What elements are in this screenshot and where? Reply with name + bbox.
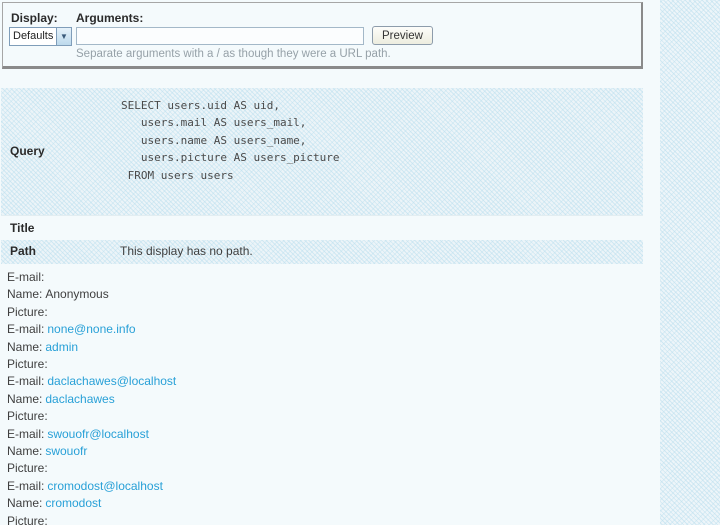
result-name-line: Name: cromodost [7, 495, 647, 512]
name-field-label: Name: [7, 391, 43, 406]
path-row: Path This display has no path. [1, 240, 643, 264]
user-name-text: Anonymous [45, 287, 109, 302]
arguments-input[interactable] [76, 27, 364, 45]
user-email-link[interactable]: daclachawes@localhost [47, 374, 176, 388]
result-email-line: E-mail: [7, 269, 647, 286]
main-content: Display: Arguments: Defaults ▼ Preview S… [0, 0, 660, 525]
email-field-label: E-mail: [7, 478, 45, 493]
title-row-label: Title [10, 221, 35, 235]
email-field-label: E-mail: [7, 270, 45, 284]
result-email-line: E-mail: swouofr@localhost [7, 426, 647, 443]
email-field-label: E-mail: [7, 374, 45, 389]
query-row: Query SELECT users.uid AS uid, users.mai… [1, 88, 643, 215]
result-picture-line: Picture: [7, 304, 647, 321]
results-list: E-mail: Name: Anonymous Picture: E-mail: n… [7, 269, 647, 525]
name-field-label: Name: [7, 339, 43, 354]
name-field-label: Name: [7, 496, 43, 511]
arguments-description: Separate arguments with a / as though th… [76, 48, 391, 60]
result-email-line: E-mail: none@none.info [7, 321, 647, 338]
email-field-label: E-mail: [7, 322, 45, 337]
result-picture-line: Picture: [7, 460, 647, 477]
picture-field-label: Picture: [7, 409, 48, 424]
result-name-line: Name: swouofr [7, 443, 647, 460]
arguments-label: Arguments: [76, 11, 144, 25]
result-picture-line: Picture: [7, 408, 647, 425]
query-row-label: Query [10, 144, 45, 158]
result-picture-line: Picture: [7, 513, 647, 525]
picture-field-label: Picture: [7, 357, 48, 372]
chevron-down-icon[interactable]: ▼ [56, 28, 71, 45]
user-email-link[interactable]: cromodost@localhost [47, 479, 163, 493]
result-email-line: E-mail: daclachawes@localhost [7, 373, 647, 390]
result-name-line: Name: admin [7, 339, 647, 356]
name-field-label: Name: [7, 287, 43, 302]
name-field-label: Name: [7, 444, 43, 459]
path-row-label: Path [10, 244, 37, 258]
query-sql-text: SELECT users.uid AS uid, users.mail AS u… [121, 99, 340, 182]
email-field-label: E-mail: [7, 426, 45, 441]
user-email-link[interactable]: swouofr@localhost [47, 427, 149, 441]
display-label: Display: [11, 11, 58, 25]
result-name-line: Name: Anonymous [7, 286, 647, 303]
picture-field-label: Picture: [7, 513, 48, 525]
user-name-link[interactable]: swouofr [45, 444, 87, 458]
result-name-line: Name: daclachawes [7, 391, 647, 408]
user-name-link[interactable]: cromodost [45, 496, 101, 510]
picture-field-label: Picture: [7, 461, 48, 476]
user-name-link[interactable]: daclachawes [45, 392, 114, 406]
result-email-line: E-mail: cromodost@localhost [7, 478, 647, 495]
path-row-value: This display has no path. [120, 244, 253, 258]
preview-button[interactable]: Preview [372, 26, 433, 45]
picture-field-label: Picture: [7, 304, 48, 319]
display-select[interactable]: Defaults ▼ [9, 27, 72, 46]
title-row: Title [1, 215, 643, 240]
preview-controls-fieldset: Display: Arguments: Defaults ▼ Preview S… [2, 2, 643, 69]
user-email-link[interactable]: none@none.info [47, 322, 135, 336]
result-picture-line: Picture: [7, 356, 647, 373]
page: { "preview_form": { "display_label": "Di… [0, 0, 720, 525]
display-select-value: Defaults [13, 30, 54, 42]
user-name-link[interactable]: admin [45, 340, 78, 354]
